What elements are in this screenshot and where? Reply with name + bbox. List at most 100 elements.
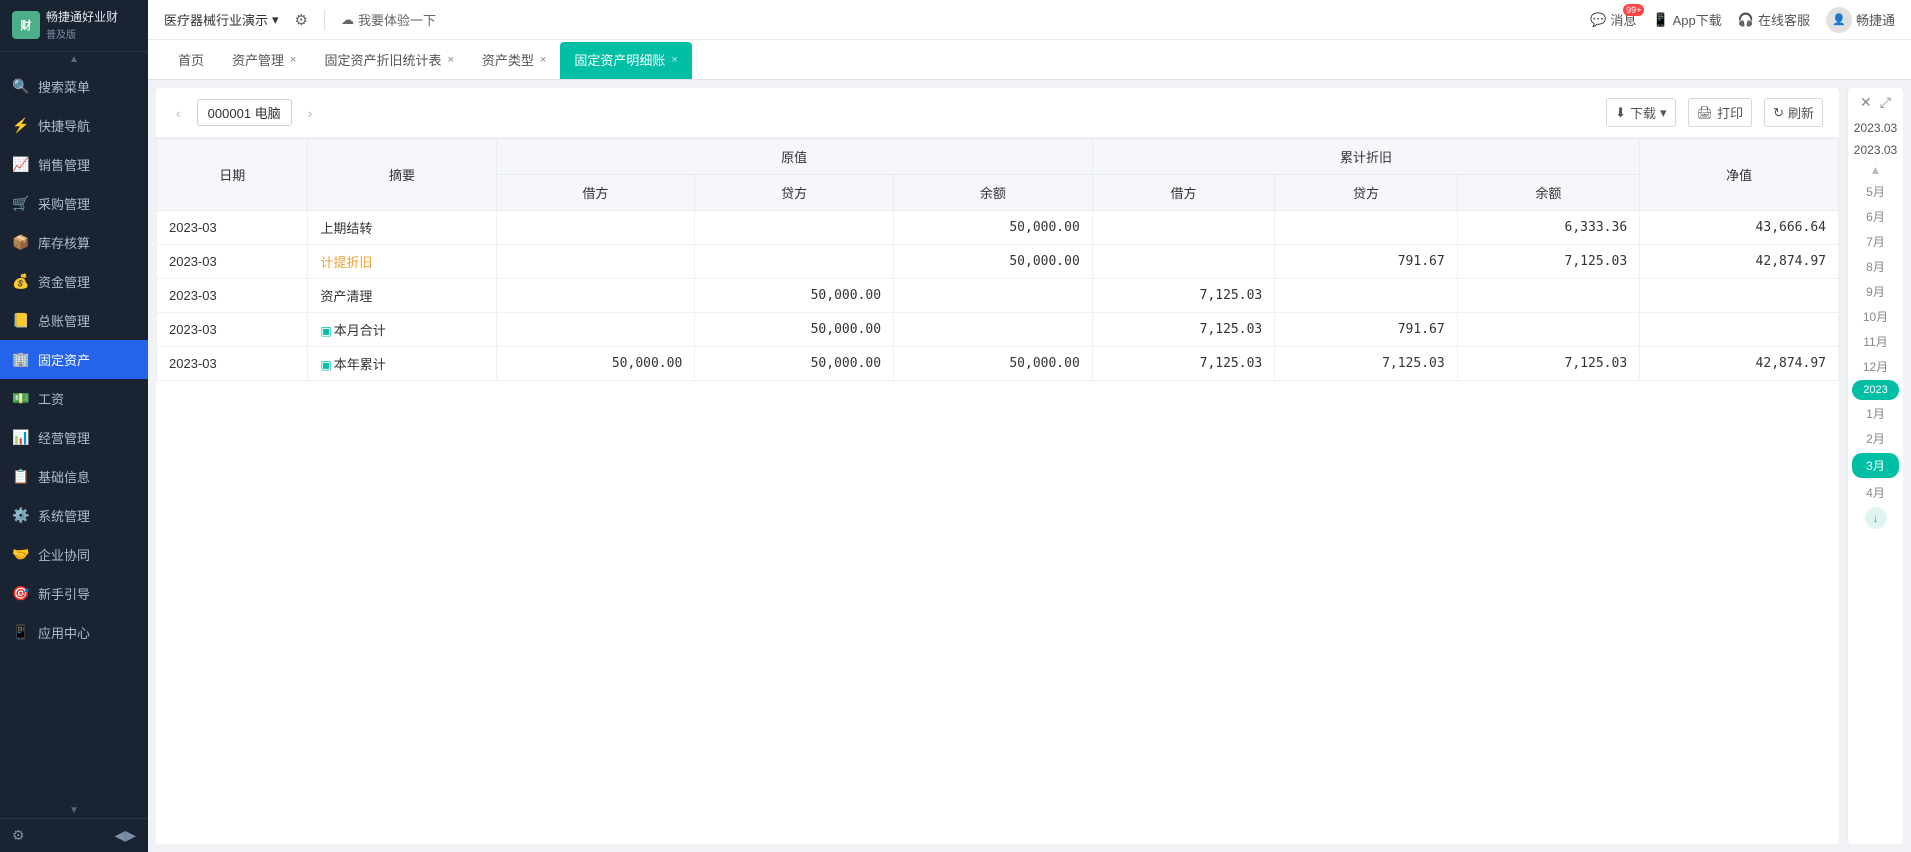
sidebar-scroll-down[interactable]: ▼ — [0, 803, 148, 818]
timeline-year-header: 2023.03 — [1848, 117, 1903, 139]
sidebar-item-fixed-assets[interactable]: 🏢 固定资产 — [0, 340, 148, 379]
sidebar-item-purchase[interactable]: 🛒 采购管理 — [0, 184, 148, 223]
finance-icon: 💰 — [12, 272, 30, 290]
cell-accum-debit: 7,125.03 — [1092, 347, 1274, 381]
sidebar-item-payroll[interactable]: 💵 工资 — [0, 379, 148, 418]
green-tag-icon: ▣ — [320, 324, 331, 338]
th-summary: 摘要 — [308, 139, 496, 211]
cell-accum-balance: 6,333.36 — [1457, 211, 1639, 245]
timeline-month-11[interactable]: 11月 — [1848, 329, 1903, 354]
cell-orig-debit — [496, 313, 695, 347]
timeline-month-2[interactable]: 2月 — [1848, 426, 1903, 451]
ledger-icon: 📒 — [12, 311, 30, 329]
timeline-month-1[interactable]: 1月 — [1848, 401, 1903, 426]
guide-icon: 🎯 — [12, 584, 30, 602]
app-download-label: App下载 — [1673, 10, 1722, 29]
settings-bottom-icon[interactable]: ⚙ — [12, 827, 25, 844]
tab-asset-type[interactable]: 资产类型 × — [468, 42, 560, 79]
table-row: 2023-03 上期结转 50,000.00 6,333.36 43,666.6… — [157, 211, 1839, 245]
user-btn[interactable]: 👤 畅捷通 — [1826, 7, 1895, 33]
asset-code-display: 000001 电脑 — [197, 99, 292, 126]
table-wrapper: 日期 摘要 原值 累计折旧 净值 借方 贷方 余额 借方 贷方 余额 — [156, 138, 1839, 844]
avatar-icon: 👤 — [1832, 13, 1846, 26]
tab-depreciation-stat-close[interactable]: × — [447, 54, 453, 66]
sidebar-item-label: 应用中心 — [38, 623, 90, 642]
sidebar-item-app-center[interactable]: 📱 应用中心 — [0, 613, 148, 652]
print-icon: 🖨 — [1697, 105, 1714, 121]
timeline-month-5[interactable]: 5月 — [1848, 179, 1903, 204]
print-btn[interactable]: 🖨 打印 — [1688, 98, 1753, 127]
sidebar-item-quick-nav[interactable]: ⚡ 快捷导航 — [0, 106, 148, 145]
tab-asset-detail-close[interactable]: × — [671, 54, 677, 66]
experience-icon: ☁ — [341, 12, 354, 28]
prev-asset-btn[interactable]: ‹ — [172, 103, 185, 123]
timeline-year-2023[interactable]: 2023 — [1852, 380, 1899, 400]
cell-date: 2023-03 — [157, 347, 308, 381]
settings-icon[interactable]: ⚙ — [295, 11, 308, 29]
timeline-month-8[interactable]: 8月 — [1848, 254, 1903, 279]
summary-link[interactable]: 计提折旧 — [320, 255, 372, 270]
tab-asset-detail[interactable]: 固定资产明细账 × — [560, 42, 691, 79]
sidebar-scroll-up[interactable]: ▲ — [0, 52, 148, 67]
search-icon: 🔍 — [12, 77, 30, 95]
table-row: 2023-03 计提折旧 50,000.00 791.67 7,125.03 4… — [157, 245, 1839, 279]
payroll-icon: 💵 — [12, 389, 30, 407]
timeline-month-9[interactable]: 9月 — [1848, 279, 1903, 304]
panel-expand-icon[interactable]: ⤢ — [1878, 92, 1893, 113]
cell-summary: 上期结转 — [308, 211, 496, 245]
cell-orig-debit: 50,000.00 — [496, 347, 695, 381]
service-btn[interactable]: 🎧 在线客服 — [1738, 10, 1810, 29]
top-header: 医疗器械行业演示 ▾ ⚙ ☁ 我要体验一下 💬 消息 99+ 📱 App下载 🎧… — [148, 0, 1911, 40]
download-btn[interactable]: ⬇ 下载 ▾ — [1606, 98, 1675, 127]
timeline-up-arrow[interactable]: ▲ — [1868, 161, 1884, 179]
tab-asset-mgmt[interactable]: 资产管理 × — [218, 42, 310, 79]
basic-info-icon: 📋 — [12, 467, 30, 485]
th-orig-credit: 贷方 — [695, 175, 894, 211]
company-selector[interactable]: 医疗器械行业演示 ▾ — [164, 10, 279, 29]
refresh-icon: ↻ — [1773, 105, 1784, 121]
sidebar-item-search[interactable]: 🔍 搜索菜单 — [0, 67, 148, 106]
sidebar-item-basic-info[interactable]: 📋 基础信息 — [0, 457, 148, 496]
experience-label: 我要体验一下 — [358, 10, 436, 29]
user-label: 畅捷通 — [1856, 10, 1895, 29]
main-area: 医疗器械行业演示 ▾ ⚙ ☁ 我要体验一下 💬 消息 99+ 📱 App下载 🎧… — [148, 0, 1911, 852]
th-accum-credit: 贷方 — [1275, 175, 1457, 211]
tab-depreciation-stat[interactable]: 固定资产折旧统计表 × — [310, 42, 467, 79]
th-original: 原值 — [496, 139, 1092, 175]
timeline-month-7[interactable]: 7月 — [1848, 229, 1903, 254]
right-timeline-panel: ✕ ⤢ 2023.03 2023.03 ▲ 5月 6月 7月 8月 9月 10月… — [1847, 88, 1903, 844]
timeline-month-4[interactable]: 4月 — [1848, 480, 1903, 505]
green-tag-icon: ▣ — [320, 358, 331, 372]
tab-asset-type-close[interactable]: × — [540, 54, 546, 66]
timeline-month-12[interactable]: 12月 — [1848, 354, 1903, 379]
th-orig-debit: 借方 — [496, 175, 695, 211]
sidebar-item-finance[interactable]: 💰 资金管理 — [0, 262, 148, 301]
cell-date: 2023-03 — [157, 211, 308, 245]
toolbar-right: ⬇ 下载 ▾ 🖨 打印 ↻ 刷新 — [1606, 98, 1823, 127]
refresh-btn[interactable]: ↻ 刷新 — [1764, 98, 1823, 127]
sidebar-item-label: 快捷导航 — [38, 116, 90, 135]
sidebar-item-sales[interactable]: 📈 销售管理 — [0, 145, 148, 184]
experience-btn[interactable]: ☁ 我要体验一下 — [341, 10, 436, 29]
tab-home[interactable]: 首页 — [164, 42, 218, 79]
timeline-month-3[interactable]: 3月 — [1852, 453, 1899, 478]
sidebar-item-label: 资金管理 — [38, 272, 90, 291]
collapse-sidebar-icon[interactable]: ◀▶ — [114, 827, 136, 844]
timeline-circle-btn[interactable]: ↓ — [1865, 507, 1887, 529]
sidebar-item-inventory[interactable]: 📦 库存核算 — [0, 223, 148, 262]
sidebar-item-operations[interactable]: 📊 经营管理 — [0, 418, 148, 457]
timeline-month-10[interactable]: 10月 — [1848, 304, 1903, 329]
message-btn[interactable]: 💬 消息 99+ — [1590, 10, 1636, 29]
panel-close-icon[interactable]: ✕ — [1858, 92, 1874, 113]
sidebar-item-label: 采购管理 — [38, 194, 90, 213]
next-asset-btn[interactable]: › — [304, 103, 317, 123]
th-accum-debit: 借方 — [1092, 175, 1274, 211]
sidebar-item-system[interactable]: ⚙️ 系统管理 — [0, 496, 148, 535]
sidebar-item-enterprise[interactable]: 🤝 企业协同 — [0, 535, 148, 574]
cell-date: 2023-03 — [157, 279, 308, 313]
tab-asset-mgmt-close[interactable]: × — [290, 54, 296, 66]
sidebar-item-ledger[interactable]: 📒 总账管理 — [0, 301, 148, 340]
sidebar-item-guide[interactable]: 🎯 新手引导 — [0, 574, 148, 613]
app-download-btn[interactable]: 📱 App下载 — [1652, 10, 1721, 29]
timeline-month-6[interactable]: 6月 — [1848, 204, 1903, 229]
